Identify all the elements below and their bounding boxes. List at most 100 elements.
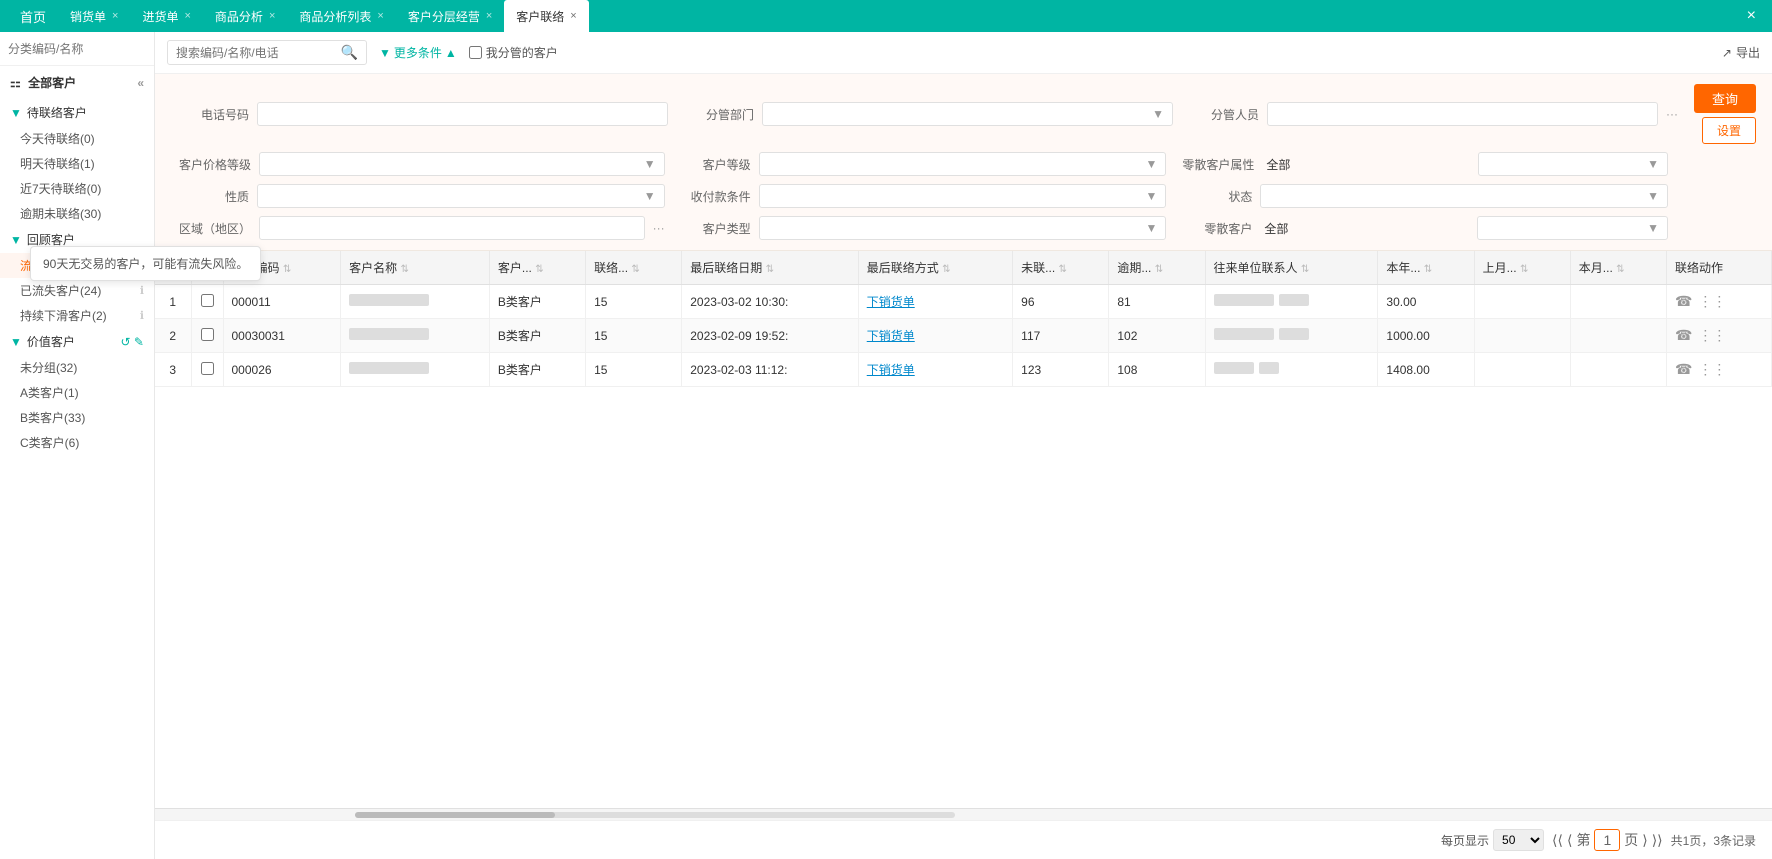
col-last-contact-method[interactable]: 最后联络方式 ⇅ <box>858 251 1012 285</box>
value-customers-actions[interactable]: ↺ ✎ <box>121 335 144 349</box>
row-checkbox-3[interactable] <box>201 362 214 375</box>
cell-checkbox-3[interactable] <box>191 353 223 387</box>
next-page-icon[interactable]: ⟩ <box>1642 832 1647 849</box>
collapse-icon[interactable]: « <box>137 76 144 90</box>
main-search-icon[interactable]: 🔍 <box>341 44 358 61</box>
close-sales-tab-icon[interactable]: × <box>112 10 118 22</box>
close-product-analysis-tab-icon[interactable]: × <box>269 10 275 22</box>
close-window-button[interactable]: × <box>1739 7 1764 25</box>
more-action-icon-2[interactable]: ⋮⋮ <box>1698 327 1726 344</box>
last-page-icon[interactable]: ⟩⟩ <box>1652 832 1663 849</box>
row-checkbox-1[interactable] <box>201 294 214 307</box>
region-more-icon[interactable]: ··· <box>653 221 665 235</box>
retail-customer-arrow: ▼ <box>1647 221 1659 235</box>
col-last-contact-date[interactable]: 最后联络日期 ⇅ <box>682 251 858 285</box>
contact-action-icon-3[interactable]: ☎ <box>1675 361 1692 378</box>
sidebar-item-class-a[interactable]: A类客户(1) <box>0 380 154 405</box>
declining-actions[interactable]: ℹ <box>140 309 144 322</box>
filter-manager-more-icon[interactable]: ··· <box>1666 107 1678 121</box>
sort-nocontact-icon: ⇅ <box>1059 264 1067 275</box>
filter-customer-type-select[interactable]: ▼ <box>759 216 1167 240</box>
settings-button[interactable]: 设置 <box>1702 117 1756 144</box>
filter-price-tier-select[interactable]: ▼ <box>259 152 665 176</box>
sidebar-search-input[interactable] <box>8 42 155 56</box>
filter-payment-select[interactable]: ▼ <box>759 184 1167 208</box>
col-overdue[interactable]: 逾期... ⇅ <box>1109 251 1205 285</box>
more-conditions-button[interactable]: ▼ 更多条件 ▲ <box>379 44 457 61</box>
contact-action-icon-2[interactable]: ☎ <box>1675 327 1692 344</box>
tab-customer-contact[interactable]: 客户联络 × <box>504 0 588 32</box>
cell-method-3[interactable]: 下销货单 <box>858 353 1012 387</box>
filter-status-select[interactable]: ▼ <box>1260 184 1668 208</box>
cell-nocontact-2: 117 <box>1013 319 1109 353</box>
close-customer-tier-tab-icon[interactable]: × <box>486 10 492 22</box>
section-pending-contact[interactable]: ▼ 待联络客户 <box>0 99 154 126</box>
export-button[interactable]: ↗ 导出 <box>1722 44 1760 61</box>
section-value-customers[interactable]: ▼ 价值客户 ↺ ✎ <box>0 328 154 355</box>
prev-page-icon[interactable]: ⟨ <box>1567 832 1572 849</box>
sidebar-item-churned[interactable]: 已流失客户(24) ℹ <box>0 278 154 303</box>
filter-actions: 查询 设置 <box>1694 84 1756 144</box>
sidebar-item-tomorrow-contact[interactable]: 明天待联络(1) <box>0 151 154 176</box>
close-customer-contact-tab-icon[interactable]: × <box>570 10 576 22</box>
sidebar-item-class-b[interactable]: B类客户(33) <box>0 405 154 430</box>
col-this-month[interactable]: 本月... ⇅ <box>1570 251 1666 285</box>
col-name[interactable]: 客户名称 ⇅ <box>341 251 490 285</box>
tab-customer-tier[interactable]: 客户分层经营 × <box>396 0 504 32</box>
content-area: 🔍 ▼ 更多条件 ▲ 我分管的客户 ↗ 导出 电话号码 <box>155 32 1772 859</box>
contact-action-icon-1[interactable]: ☎ <box>1675 293 1692 310</box>
search-button[interactable]: 查询 <box>1694 84 1756 113</box>
filter-phone-input[interactable] <box>257 102 668 126</box>
retail-customer-select[interactable]: ▼ <box>1477 216 1668 240</box>
first-page-icon[interactable]: ⟨⟨ <box>1552 832 1563 849</box>
cell-name-2 <box>341 319 490 353</box>
my-customers-checkbox[interactable]: 我分管的客户 <box>469 44 558 61</box>
scrollbar-track[interactable] <box>355 812 955 818</box>
col-contact-person[interactable]: 往来单位联系人 ⇅ <box>1205 251 1378 285</box>
sidebar-item-7day-contact[interactable]: 近7天待联络(0) <box>0 176 154 201</box>
filter-region-input[interactable] <box>259 216 645 240</box>
all-customers-item[interactable]: ⚏ 全部客户 « <box>0 66 154 99</box>
filter-dept-select[interactable]: ▼ <box>762 102 1173 126</box>
col-last-month[interactable]: 上月... ⇅ <box>1474 251 1570 285</box>
home-tab[interactable]: 首页 <box>8 7 58 26</box>
sidebar-item-declining[interactable]: 持续下滑客户(2) ℹ <box>0 303 154 328</box>
cell-method-1[interactable]: 下销货单 <box>858 285 1012 319</box>
churned-actions[interactable]: ℹ <box>140 284 144 297</box>
current-page[interactable]: 1 <box>1594 829 1620 851</box>
sidebar-item-today-contact[interactable]: 今天待联络(0) <box>0 126 154 151</box>
retail-attr-select[interactable]: ▼ <box>1478 152 1668 176</box>
scrollbar-thumb[interactable] <box>355 812 555 818</box>
sidebar-item-unclassified[interactable]: 未分组(32) <box>0 355 154 380</box>
row-checkbox-2[interactable] <box>201 328 214 341</box>
payment-arrow: ▼ <box>1145 189 1157 203</box>
all-customers-label: ⚏ 全部客户 <box>10 74 76 91</box>
tab-purchase[interactable]: 进货单 × <box>130 0 202 32</box>
filter-bar: 🔍 ▼ 更多条件 ▲ 我分管的客户 ↗ 导出 <box>155 32 1772 74</box>
col-this-year[interactable]: 本年... ⇅ <box>1378 251 1474 285</box>
col-no-contact[interactable]: 未联... ⇅ <box>1013 251 1109 285</box>
per-page-select[interactable]: 50 100 <box>1493 829 1544 851</box>
filter-payment: 收付款条件 ▼ <box>673 184 1175 208</box>
horizontal-scrollbar[interactable] <box>155 808 1772 820</box>
sidebar-item-overdue-contact[interactable]: 逾期未联络(30) <box>0 201 154 226</box>
more-action-icon-3[interactable]: ⋮⋮ <box>1698 361 1726 378</box>
cell-checkbox-2[interactable] <box>191 319 223 353</box>
col-type[interactable]: 客户... ⇅ <box>489 251 585 285</box>
sidebar-item-class-c[interactable]: C类客户(6) <box>0 430 154 455</box>
close-purchase-tab-icon[interactable]: × <box>184 10 190 22</box>
more-action-icon-1[interactable]: ⋮⋮ <box>1698 293 1726 310</box>
my-customers-check[interactable] <box>469 46 482 59</box>
tab-sales[interactable]: 销货单 × <box>58 0 130 32</box>
filter-customer-tier-select[interactable]: ▼ <box>759 152 1167 176</box>
main-search-input[interactable] <box>176 46 341 60</box>
tab-product-list[interactable]: 商品分析列表 × <box>287 0 395 32</box>
filter-manager-label: 分管人员 <box>1189 106 1259 123</box>
col-contact[interactable]: 联络... ⇅ <box>586 251 682 285</box>
filter-nature-select[interactable]: ▼ <box>257 184 665 208</box>
tab-product-analysis[interactable]: 商品分析 × <box>203 0 287 32</box>
cell-checkbox-1[interactable] <box>191 285 223 319</box>
filter-manager-input[interactable] <box>1267 102 1658 126</box>
cell-method-2[interactable]: 下销货单 <box>858 319 1012 353</box>
close-product-list-tab-icon[interactable]: × <box>377 10 383 22</box>
